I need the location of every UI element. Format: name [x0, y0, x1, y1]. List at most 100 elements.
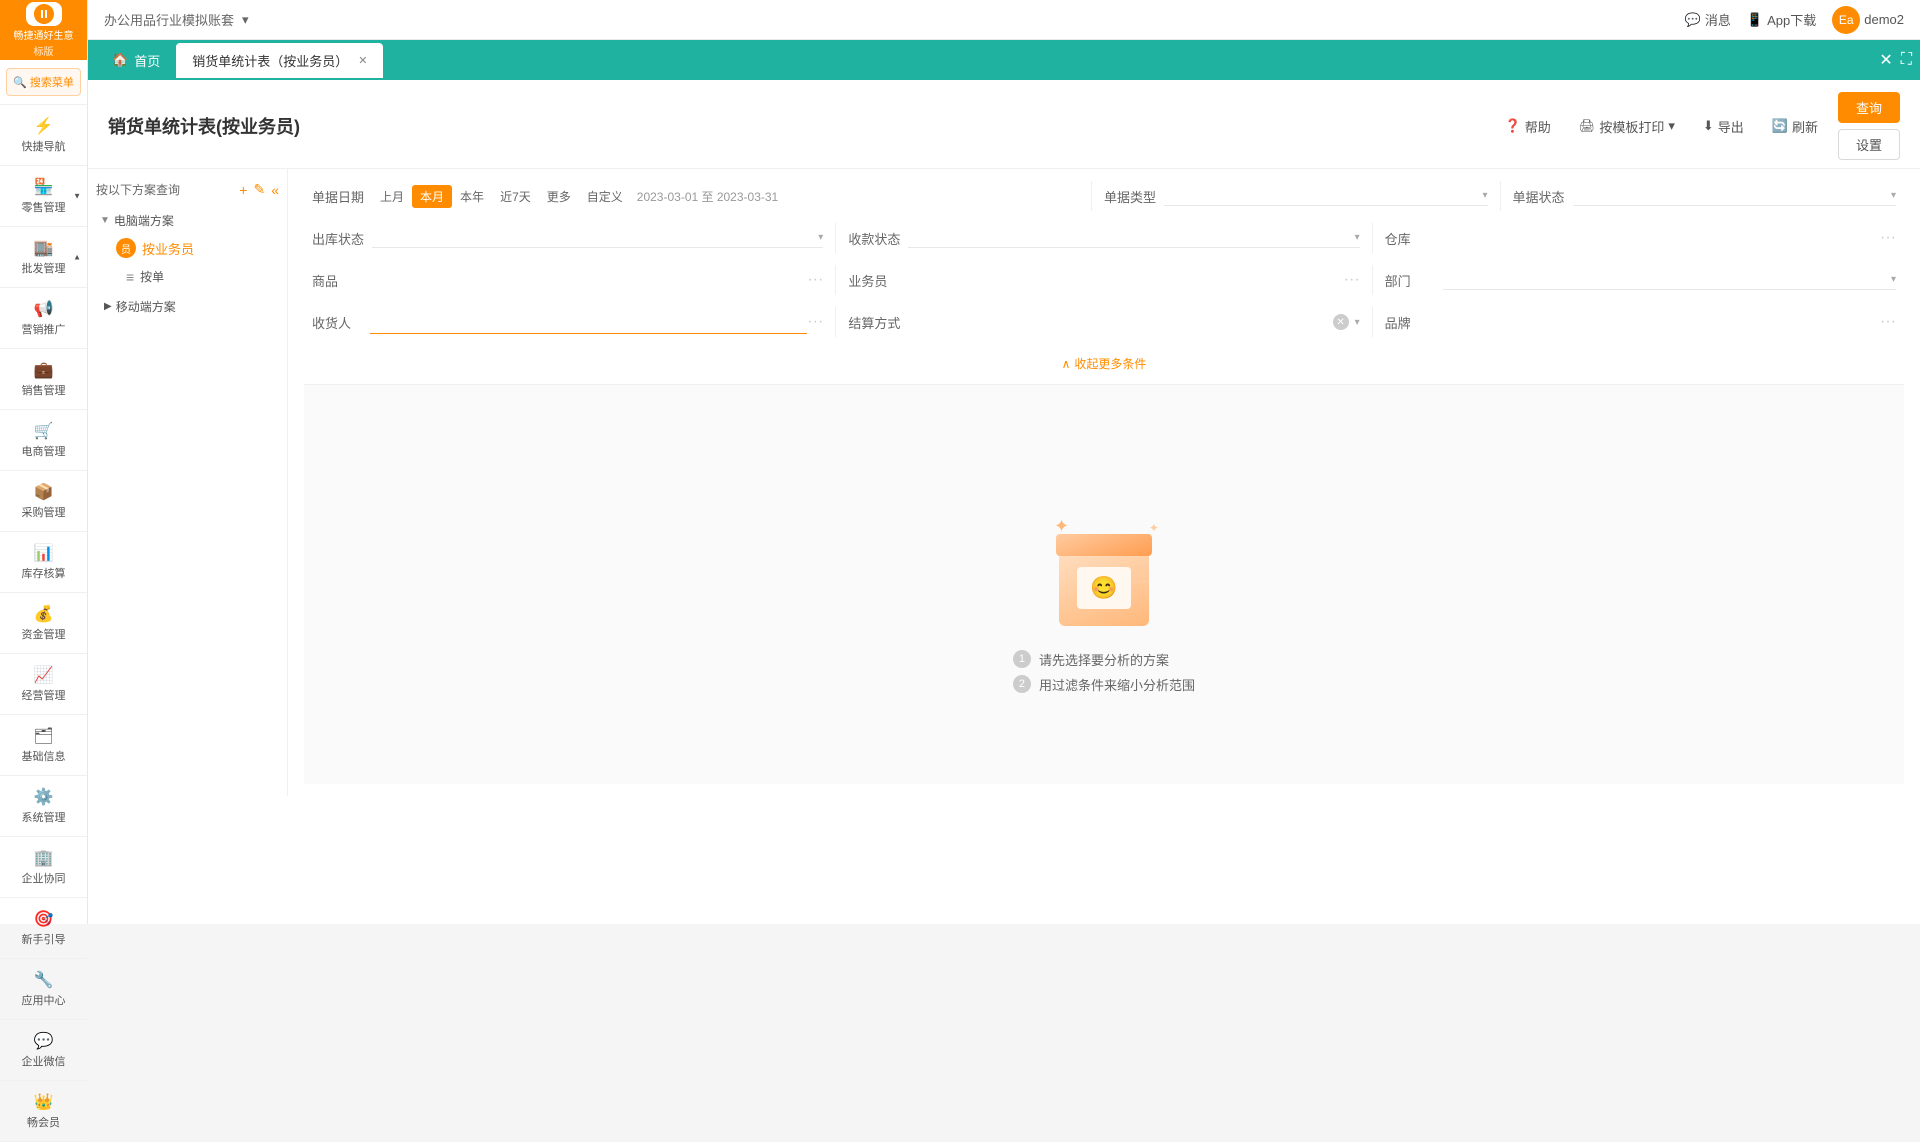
date-tab-custom[interactable]: 自定义: [579, 185, 631, 208]
edit-scheme-button[interactable]: ✎: [253, 181, 265, 198]
sidebar-item-basic[interactable]: 🗂 基础信息: [0, 719, 87, 771]
settings-button[interactable]: 设置: [1838, 129, 1900, 160]
inventory-icon: 📊: [34, 543, 54, 563]
filter-item-outbound-status: 出库状态 ▾: [304, 228, 831, 248]
export-button[interactable]: ⬇ 导出: [1695, 113, 1752, 140]
receiver-dots-button[interactable]: ···: [807, 313, 823, 331]
message-label: 消息: [1705, 10, 1731, 29]
sidebar-nav-sales: 💼 销售管理: [0, 349, 87, 410]
date-tab-7days[interactable]: 近7天: [492, 185, 539, 208]
sidebar-item-retail[interactable]: 🏪 零售管理 ▼: [0, 170, 87, 222]
left-panel-header: 按以下方案查询 + ✎ «: [96, 181, 279, 198]
breadcrumb-text: 办公用品行业模拟账套: [104, 10, 234, 29]
outbound-status-label: 出库状态: [312, 229, 364, 248]
wechat-icon: 💬: [34, 1031, 54, 1051]
sidebar-item-newbie[interactable]: 🎯 新手引导: [0, 902, 87, 954]
sidebar-nav-basic: 🗂 基础信息: [0, 715, 87, 776]
sidebar-item-member[interactable]: 👑 畅会员: [0, 1085, 87, 1137]
member-label: 畅会员: [27, 1114, 60, 1130]
scheme-group-mobile[interactable]: ▶ 移动端方案: [96, 294, 279, 319]
sidebar-item-apps[interactable]: 🔧 应用中心: [0, 963, 87, 1015]
empty-state: ✦ ✦ 😊: [1013, 436, 1195, 734]
date-tab-last-month[interactable]: 上月: [372, 185, 412, 208]
date-tab-more[interactable]: 更多: [539, 185, 579, 208]
date-tab-this-year[interactable]: 本年: [452, 185, 492, 208]
sidebar-item-quick-nav[interactable]: ⚡ 快捷导航: [0, 109, 87, 161]
tab-sales-stat[interactable]: 销货单统计表（按业务员） ✕: [176, 43, 383, 78]
finance-icon: 💰: [34, 604, 54, 624]
tab-home[interactable]: 🏠 首页: [96, 43, 176, 78]
scheme-item-by-order[interactable]: ≡ 按单: [96, 263, 279, 290]
filter-item-payment-status: 收款状态 ▾: [840, 228, 1367, 248]
box-line-2: [1133, 573, 1145, 576]
system-icon: ⚙️: [34, 787, 54, 807]
retail-icon: 🏪: [34, 177, 54, 197]
outbound-status-select[interactable]: ▾: [372, 228, 823, 248]
doc-status-select[interactable]: ▾: [1573, 186, 1896, 206]
topbar-dropdown[interactable]: ▾: [242, 12, 249, 28]
refresh-button[interactable]: 🔄 刷新: [1764, 113, 1826, 140]
sidebar-item-marketing[interactable]: 📢 营销推广: [0, 292, 87, 344]
sidebar-item-purchase[interactable]: 📦 采购管理: [0, 475, 87, 527]
sidebar-item-finance[interactable]: 💰 资金管理: [0, 597, 87, 649]
sidebar-item-wechat[interactable]: 💬 企业微信: [0, 1024, 87, 1076]
sidebar-item-sales[interactable]: 💼 销售管理: [0, 353, 87, 405]
collapse-panel-button[interactable]: «: [271, 182, 279, 198]
page-title: 销货单统计表(按业务员): [108, 113, 300, 139]
sidebar-item-wholesale[interactable]: 🏬 批发管理 ▲: [0, 231, 87, 283]
ops-label: 经营管理: [22, 687, 66, 703]
sidebar-item-system[interactable]: ⚙️ 系统管理: [0, 780, 87, 832]
filter-item-product: 商品 ···: [304, 271, 831, 290]
department-select[interactable]: ▾: [1443, 270, 1896, 290]
message-button[interactable]: 💬 消息: [1685, 10, 1731, 29]
app-download-button[interactable]: 📱 App下载: [1747, 10, 1816, 29]
search-menu-button[interactable]: 🔍 搜索菜单: [6, 68, 81, 96]
sidebar-item-inventory[interactable]: 📊 库存核算: [0, 536, 87, 588]
left-panel: 按以下方案查询 + ✎ « ▼ 电脑端方案: [88, 169, 288, 796]
date-range-text: 2023-03-01 至 2023-03-31: [637, 188, 778, 205]
doc-type-select[interactable]: ▾: [1164, 186, 1487, 206]
date-tab-this-month[interactable]: 本月: [412, 185, 452, 208]
user-profile[interactable]: Ea demo2: [1832, 6, 1904, 34]
tab-close-button[interactable]: ✕: [358, 54, 367, 67]
doc-status-arrow-icon: ▾: [1891, 190, 1896, 201]
add-scheme-button[interactable]: +: [239, 182, 247, 198]
desktop-group-label: 电脑端方案: [114, 212, 174, 229]
brand-label: 品牌: [1385, 313, 1435, 332]
scheme-item-by-salesperson[interactable]: 员 按业务员: [96, 233, 279, 263]
enterprise-label: 企业协同: [22, 870, 66, 886]
warehouse-dots-button[interactable]: ···: [1880, 229, 1896, 247]
collapse-label: 收起更多条件: [1074, 355, 1146, 372]
sidebar-item-ecom[interactable]: 🛒 电商管理: [0, 414, 87, 466]
help-button[interactable]: ❓ 帮助: [1497, 113, 1559, 140]
receiver-input[interactable]: [370, 310, 807, 334]
hint-text-1: 请先选择要分析的方案: [1039, 650, 1169, 669]
print-dropdown-icon: ▾: [1668, 118, 1675, 134]
sidebar-item-enterprise[interactable]: 🏢 企业协同: [0, 841, 87, 893]
product-dots-button[interactable]: ···: [807, 271, 823, 289]
sidebar-item-ops[interactable]: 📈 经营管理: [0, 658, 87, 710]
settlement-clear-button[interactable]: ✕: [1333, 314, 1349, 330]
empty-hint-1: 1 请先选择要分析的方案: [1013, 650, 1195, 669]
scheme-group-desktop-title[interactable]: ▼ 电脑端方案: [96, 208, 279, 233]
two-panel: 按以下方案查询 + ✎ « ▼ 电脑端方案: [88, 169, 1920, 796]
tab-close-all-button[interactable]: ✕: [1879, 50, 1892, 70]
salesperson-dots-button[interactable]: ···: [1344, 271, 1360, 289]
payment-status-arrow-icon: ▾: [1355, 232, 1360, 243]
enterprise-icon: 🏢: [34, 848, 54, 868]
logo-icon: [26, 2, 62, 26]
filter-item-settlement: 结算方式 ✕ ▾: [840, 313, 1367, 332]
payment-status-select[interactable]: ▾: [908, 228, 1359, 248]
refresh-label: 刷新: [1792, 117, 1818, 136]
empty-state-container: ✦ ✦ 😊: [304, 384, 1904, 784]
brand-dots-button[interactable]: ···: [1880, 313, 1896, 331]
left-panel-title: 按以下方案查询: [96, 181, 180, 198]
wechat-label: 企业微信: [22, 1053, 66, 1069]
collapse-filters-button[interactable]: ∧ 收起更多条件: [304, 349, 1904, 384]
app-download-icon: 📱: [1747, 12, 1763, 28]
print-button[interactable]: 🖨 按模板打印 ▾: [1571, 113, 1683, 140]
filter-divider-8: [1372, 307, 1373, 337]
tab-maximize-button[interactable]: ⛶: [1901, 51, 1912, 69]
query-button[interactable]: 查询: [1838, 92, 1900, 123]
logo-sub: 标版: [34, 43, 54, 58]
